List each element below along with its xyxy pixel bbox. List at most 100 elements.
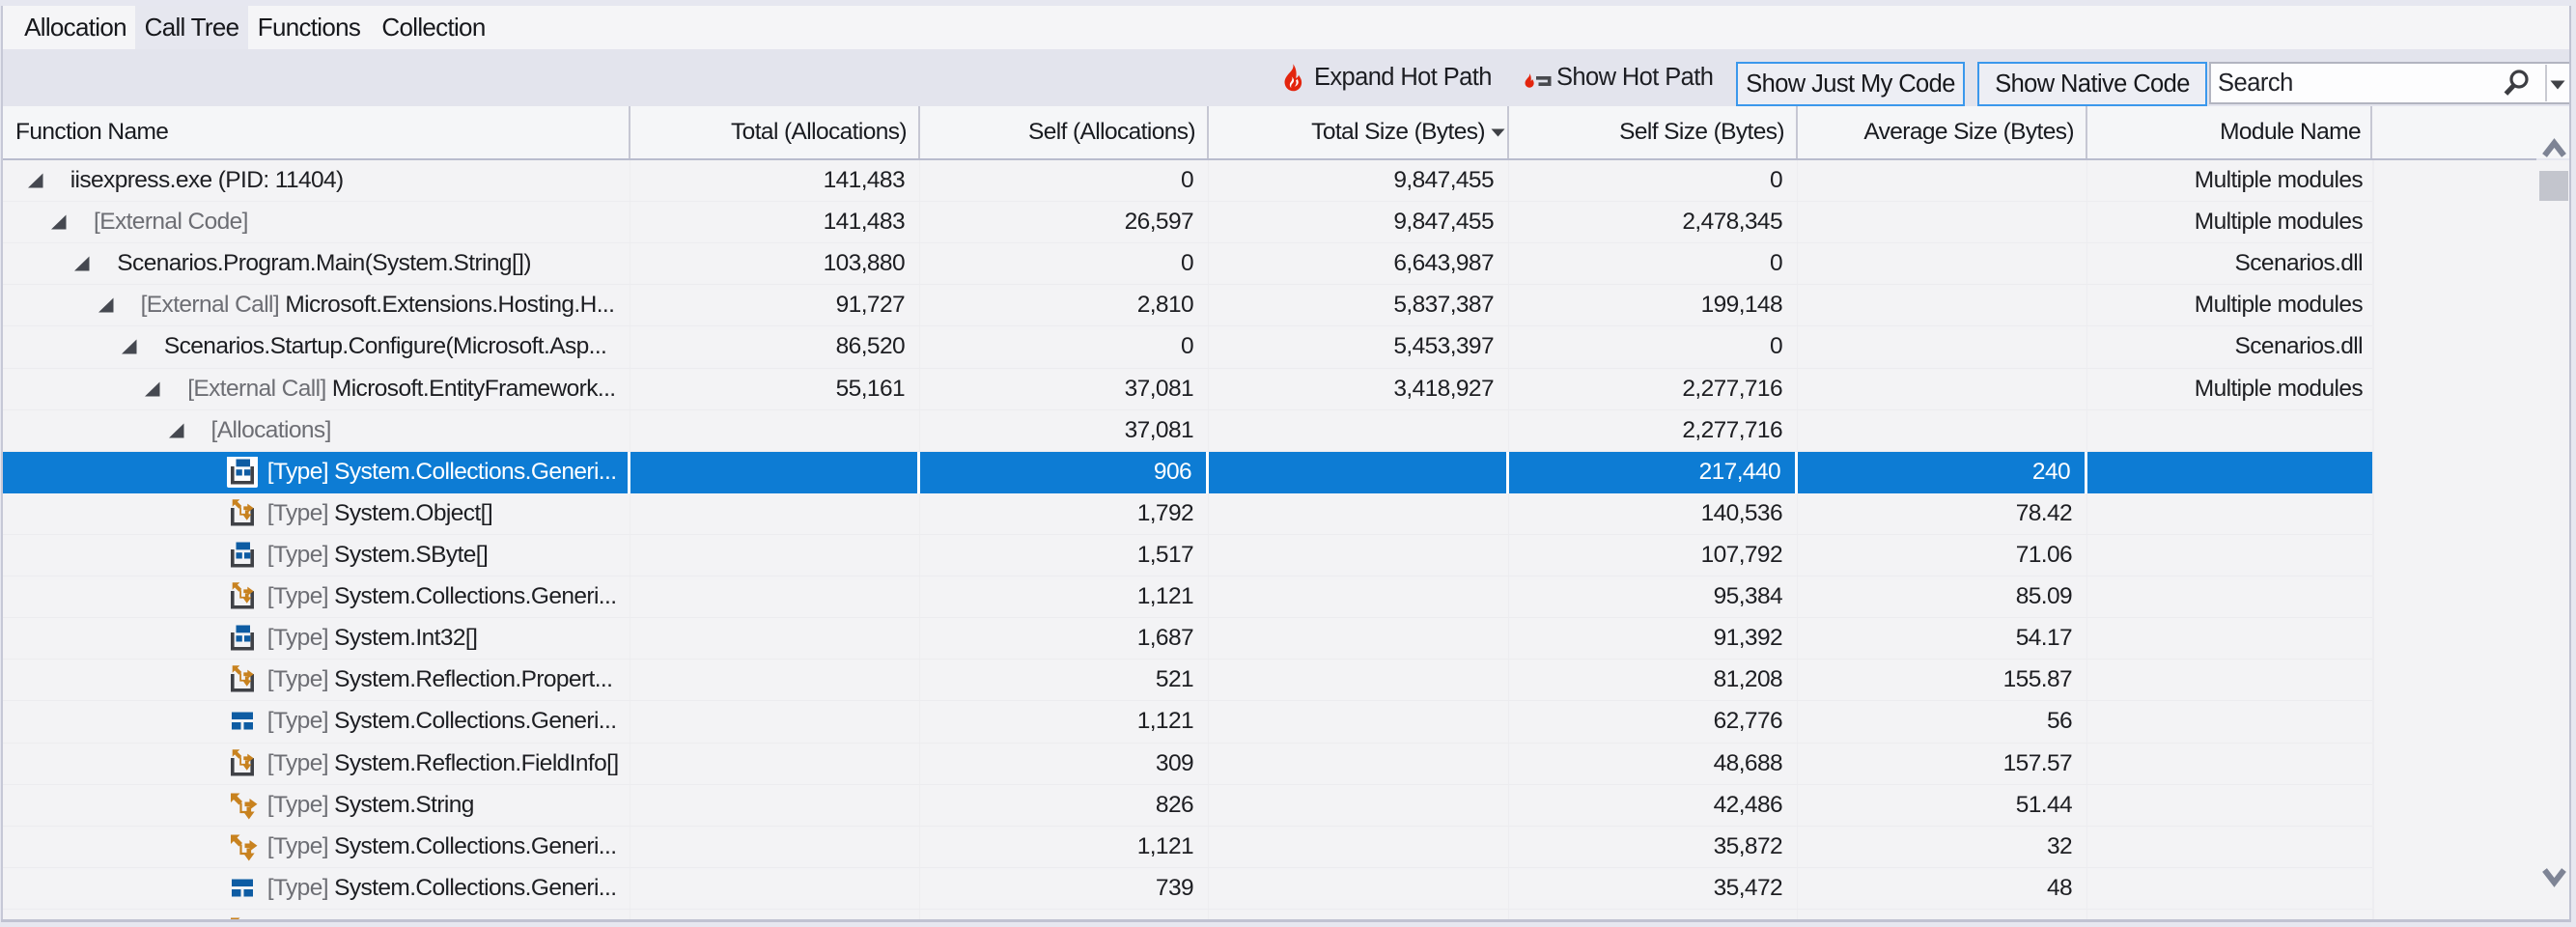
column-header-total-allocations[interactable]: Total (Allocations): [630, 106, 920, 158]
table-row[interactable]: Scenarios.Startup.Configure(Microsoft.As…: [3, 326, 2372, 368]
dropdown-caret-icon[interactable]: [2550, 80, 2565, 90]
cell-self-allocations: 1,121: [920, 576, 1209, 617]
cell-function-name: [Allocations]: [3, 410, 630, 451]
table-row[interactable]: [External Call] Microsoft.Extensions.Hos…: [3, 285, 2372, 326]
cell-function-name: [Type] System.Collections.Generi...: [3, 576, 630, 617]
cell-total-allocations: 55,161: [630, 369, 920, 409]
cell-average-size: [1798, 160, 2087, 201]
cell-average-size: 71.06: [1798, 535, 2087, 576]
table-row[interactable]: [Allocations]37,0812,277,716: [3, 410, 2372, 452]
table-row[interactable]: [External Call] Microsoft.EntityFramewor…: [3, 369, 2372, 410]
cell-total-allocations: [630, 868, 920, 909]
tab-collection[interactable]: Collection: [372, 6, 495, 49]
memory-usage-call-tree-window: Allocation Call Tree Functions Collectio…: [0, 0, 2576, 927]
expander-expanded-icon[interactable]: [27, 173, 43, 188]
cell-total-allocations: [630, 493, 920, 534]
table-row[interactable]: [Type] System.String82642,48651.44: [3, 785, 2372, 827]
cell-total-size: [1209, 410, 1509, 451]
column-header-blank: [2372, 106, 2569, 158]
table-row[interactable]: [Type] System.Collections.Generi...1,121…: [3, 701, 2372, 743]
show-hot-path-button[interactable]: Show Hot Path: [1521, 49, 1713, 106]
cell-module-name: [2087, 660, 2372, 700]
column-header-total-size[interactable]: Total Size (Bytes): [1209, 106, 1509, 158]
cell-function-name: [Type] System.String: [3, 785, 630, 826]
cell-average-size: 78.42: [1798, 493, 2087, 534]
table-row[interactable]: [Type] System.Reflection.Propert...52181…: [3, 660, 2372, 701]
expand-hot-path-button[interactable]: Expand Hot Path: [1282, 49, 1492, 106]
scrollbar-up-button[interactable]: [2542, 136, 2566, 157]
cell-total-size: [1209, 910, 1509, 919]
search-divider: [2545, 65, 2547, 101]
cell-self-size: 35,472: [1509, 868, 1798, 909]
cell-function-name: [Type] System.Reflection.FieldInfo[]: [3, 744, 630, 784]
flame-icon: [1282, 64, 1303, 92]
cell-total-allocations: [630, 410, 920, 451]
table-row[interactable]: [Type] System.Int32[]1,68791,39254.17: [3, 618, 2372, 660]
cell-self-allocations: 521: [920, 660, 1209, 700]
cell-total-allocations: [630, 576, 920, 617]
scrollbar-down-button[interactable]: [2542, 868, 2566, 887]
cell-module-name: Multiple modules: [2087, 202, 2372, 242]
table-row[interactable]: [Type] System.Collections.Generi...: [3, 910, 2372, 919]
cell-total-size: 3,418,927: [1209, 369, 1509, 409]
table-row[interactable]: [Type] System.Reflection.FieldInfo[]3094…: [3, 744, 2372, 785]
table-row[interactable]: iisexpress.exe (PID: 11404)141,48309,847…: [3, 160, 2372, 202]
window-border-right: [2569, 6, 2571, 921]
expander-expanded-icon[interactable]: [144, 381, 160, 397]
expander-expanded-icon[interactable]: [73, 256, 90, 271]
cell-module-name: Multiple modules: [2087, 160, 2372, 201]
tab-allocation[interactable]: Allocation: [14, 6, 136, 49]
array-type-icon: [227, 540, 258, 571]
window-border-bottom: [1, 919, 2571, 922]
table-row[interactable]: [External Code]141,48326,5979,847,4552,4…: [3, 202, 2372, 243]
tab-call-tree[interactable]: Call Tree: [135, 6, 248, 49]
cell-self-size: 140,536: [1509, 493, 1798, 534]
table-row[interactable]: [Type] System.Collections.Generi... 1,121…: [3, 576, 2372, 618]
cell-average-size: 32: [1798, 827, 2087, 867]
table-row[interactable]: [Type] System.Collections.Generi...90621…: [3, 452, 2372, 493]
cell-self-allocations: 1,687: [920, 618, 1209, 659]
tab-functions[interactable]: Functions: [249, 6, 369, 49]
cell-module-name: [2087, 910, 2372, 919]
cell-self-size: [1509, 910, 1798, 919]
cell-total-size: [1209, 744, 1509, 784]
cell-self-allocations: 0: [920, 243, 1209, 284]
cell-function-name: [Type] System.Collections.Generi...: [3, 452, 630, 493]
cell-self-allocations: 2,810: [920, 285, 1209, 325]
cell-module-name: [2087, 744, 2372, 784]
expander-expanded-icon[interactable]: [98, 297, 114, 313]
table-row[interactable]: [Type] System.Collections.Generi...73935…: [3, 868, 2372, 910]
array-type-icon: [227, 581, 258, 612]
cell-total-size: [1209, 618, 1509, 659]
cell-function-name: Scenarios.Program.Main(System.String[]): [3, 243, 630, 284]
table-row[interactable]: [Type] System.SByte[]1,517107,79271.06: [3, 535, 2372, 576]
cell-average-size: [1798, 285, 2087, 325]
cell-self-size: 95,384: [1509, 576, 1798, 617]
table-row[interactable]: [Type] System.Object[]1,792140,53678.42: [3, 493, 2372, 535]
column-header-self-allocations[interactable]: Self (Allocations): [920, 106, 1209, 158]
cell-module-name: Multiple modules: [2087, 285, 2372, 325]
table-row[interactable]: Scenarios.Program.Main(System.String[])1…: [3, 243, 2372, 285]
table-row[interactable]: [Type] System.Collections.Generi...1,121…: [3, 827, 2372, 868]
expander-expanded-icon[interactable]: [50, 214, 67, 230]
cell-total-allocations: 91,727: [630, 285, 920, 325]
column-header-average-size[interactable]: Average Size (Bytes): [1798, 106, 2087, 158]
cell-average-size: 56: [1798, 701, 2087, 742]
show-just-my-code-button[interactable]: Show Just My Code: [1736, 62, 1965, 106]
show-native-code-button[interactable]: Show Native Code: [1977, 62, 2207, 106]
cell-function-name: [External Code]: [3, 202, 630, 242]
cell-self-size: 0: [1509, 326, 1798, 367]
column-header-self-size[interactable]: Self Size (Bytes): [1509, 106, 1798, 158]
cell-self-size: 0: [1509, 160, 1798, 201]
search-input[interactable]: Search: [2209, 62, 2571, 104]
column-header-module-name[interactable]: Module Name: [2087, 106, 2372, 158]
scrollbar-thumb[interactable]: [2539, 171, 2568, 201]
expander-expanded-icon[interactable]: [121, 339, 137, 354]
column-header-function-name[interactable]: Function Name: [3, 106, 630, 158]
cell-self-size: 48,688: [1509, 744, 1798, 784]
expander-expanded-icon[interactable]: [168, 423, 184, 438]
cell-function-name: [Type] System.Collections.Generi...: [3, 827, 630, 867]
cell-self-allocations: 1,121: [920, 701, 1209, 742]
cell-total-size: [1209, 493, 1509, 534]
cell-total-allocations: [630, 452, 920, 493]
